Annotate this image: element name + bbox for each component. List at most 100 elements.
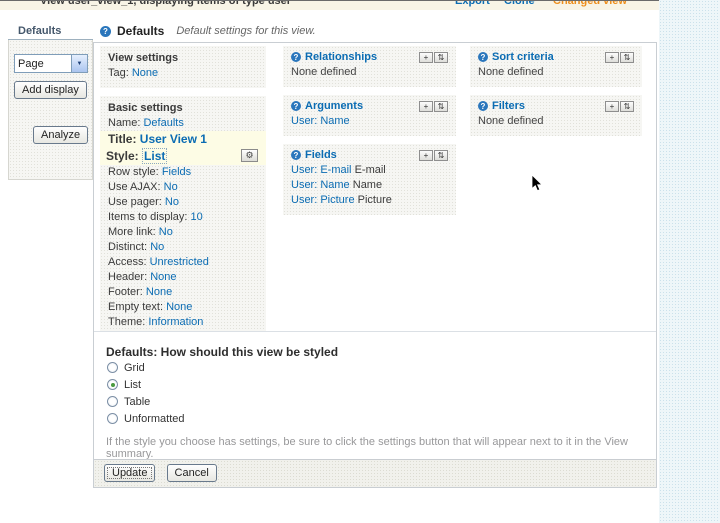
- help-icon[interactable]: ?: [478, 101, 488, 111]
- sidebar-body: Page ▼ Add display Analyze: [8, 40, 93, 180]
- help-icon[interactable]: ?: [100, 26, 111, 37]
- export-link[interactable]: Export: [455, 0, 490, 7]
- basic-settings-title: Basic settings: [108, 101, 258, 116]
- setting-row-access: Access: Unrestricted: [108, 255, 258, 270]
- analyze-button[interactable]: Analyze: [33, 126, 88, 144]
- style-option-list[interactable]: List: [107, 376, 656, 393]
- field-link[interactable]: User: Name: [291, 179, 350, 191]
- radio-unformatted[interactable]: [107, 413, 118, 424]
- style-option-table[interactable]: Table: [107, 393, 656, 410]
- column-sort-filters: ? Sort criteria + ⇅ None defined ? Filte…: [470, 46, 642, 144]
- tab-defaults[interactable]: Defaults: [8, 22, 93, 40]
- help-icon[interactable]: ?: [291, 150, 301, 160]
- rearrange-icon[interactable]: ⇅: [434, 52, 448, 63]
- arguments-title-link[interactable]: Arguments: [305, 100, 363, 112]
- argument-item: User: Name: [291, 114, 448, 129]
- relationships-empty: None defined: [291, 65, 448, 80]
- display-title: Defaults: [117, 24, 164, 38]
- radio-grid[interactable]: [107, 362, 118, 373]
- column-settings: View settings Tag: None Basic settings N…: [100, 46, 266, 345]
- setting-row-empty: Empty text: None: [108, 300, 258, 315]
- field-link[interactable]: User: Picture: [291, 194, 355, 206]
- sort-criteria-title-link[interactable]: Sort criteria: [492, 51, 554, 63]
- radio-table[interactable]: [107, 396, 118, 407]
- display-type-select[interactable]: Page ▼: [14, 54, 88, 73]
- rearrange-icon[interactable]: ⇅: [620, 101, 634, 112]
- style-settings-form: Defaults: How should this view be styled…: [94, 331, 656, 487]
- filters-empty: None defined: [478, 114, 634, 129]
- rearrange-icon[interactable]: ⇅: [434, 150, 448, 161]
- add-display-button[interactable]: Add display: [14, 81, 87, 99]
- filters-title-link[interactable]: Filters: [492, 100, 525, 112]
- add-icon[interactable]: +: [419, 101, 433, 112]
- setting-title-link[interactable]: User View 1: [140, 132, 207, 146]
- help-icon[interactable]: ?: [291, 101, 301, 111]
- setting-row-header: Header: None: [108, 270, 258, 285]
- setting-emptytext-link[interactable]: None: [166, 301, 192, 313]
- field-link[interactable]: User: E-mail: [291, 164, 352, 176]
- style-option-unformatted[interactable]: Unformatted: [107, 410, 656, 427]
- sort-criteria-empty: None defined: [478, 65, 634, 80]
- setting-row-theme: Theme: Information: [108, 315, 258, 330]
- sort-criteria-box: ? Sort criteria + ⇅ None defined: [470, 46, 642, 87]
- setting-row-title: Title: User View 1: [100, 131, 266, 148]
- add-icon[interactable]: +: [419, 52, 433, 63]
- style-option-grid[interactable]: Grid: [107, 359, 656, 376]
- view-summary-panel: View settings Tag: None Basic settings N…: [93, 42, 657, 488]
- field-item: User: Picture Picture: [291, 193, 448, 208]
- setting-row-rowstyle: Row style: Fields: [108, 165, 258, 180]
- setting-header-link[interactable]: None: [150, 271, 176, 283]
- setting-ajax-link[interactable]: No: [164, 181, 178, 193]
- field-item: User: Name Name: [291, 178, 448, 193]
- setting-row-ajax: Use AJAX: No: [108, 180, 258, 195]
- setting-items-link[interactable]: 10: [191, 211, 203, 223]
- fields-title-link[interactable]: Fields: [305, 149, 337, 161]
- update-button[interactable]: Update: [104, 464, 155, 482]
- displays-sidebar: Defaults Page ▼ Add display Analyze: [8, 22, 93, 180]
- setting-footer-link[interactable]: None: [146, 286, 172, 298]
- changed-view-link[interactable]: Changed view: [553, 0, 627, 7]
- style-form-heading: Defaults: How should this view be styled: [106, 345, 644, 359]
- add-icon[interactable]: +: [605, 52, 619, 63]
- setting-pager-link[interactable]: No: [165, 196, 179, 208]
- field-item: User: E-mail E-mail: [291, 163, 448, 178]
- setting-row-footer: Footer: None: [108, 285, 258, 300]
- setting-distinct-link[interactable]: No: [150, 241, 164, 253]
- style-form-note: If the style you choose has settings, be…: [106, 436, 644, 460]
- add-icon[interactable]: +: [419, 150, 433, 161]
- rearrange-icon[interactable]: ⇅: [620, 52, 634, 63]
- argument-link[interactable]: User: Name: [291, 115, 350, 127]
- page-background-strip: [659, 0, 720, 523]
- add-icon[interactable]: +: [605, 101, 619, 112]
- relationships-title-link[interactable]: Relationships: [305, 51, 377, 63]
- tag-label: Tag:: [108, 67, 129, 79]
- display-type-value: Page: [15, 58, 71, 70]
- help-icon[interactable]: ?: [291, 52, 301, 62]
- cancel-button[interactable]: Cancel: [167, 464, 217, 482]
- display-subtitle: Default settings for this view.: [176, 25, 315, 37]
- clone-link[interactable]: Clone: [504, 0, 535, 7]
- setting-row-style: ⚙ Style: List: [100, 148, 266, 165]
- radio-list[interactable]: [107, 379, 118, 390]
- display-header: ? Defaults Default settings for this vie…: [100, 24, 316, 38]
- column-relationships: ? Relationships + ⇅ None defined ? Argum…: [283, 46, 456, 223]
- help-icon[interactable]: ?: [478, 52, 488, 62]
- basic-settings-box: Basic settings Name: Defaults Title: Use…: [100, 96, 266, 337]
- tag-value-link[interactable]: None: [132, 67, 158, 79]
- setting-theme-link[interactable]: Information: [148, 316, 203, 328]
- form-actions-bar: Update Cancel: [94, 459, 656, 487]
- style-settings-gear-icon[interactable]: ⚙: [241, 149, 258, 162]
- setting-name-link[interactable]: Defaults: [143, 117, 183, 129]
- view-settings-title: View settings: [108, 51, 258, 66]
- rearrange-icon[interactable]: ⇅: [434, 101, 448, 112]
- setting-rowstyle-link[interactable]: Fields: [162, 166, 191, 178]
- setting-morelink-link[interactable]: No: [159, 226, 173, 238]
- setting-access-link[interactable]: Unrestricted: [150, 256, 209, 268]
- setting-style-link[interactable]: List: [142, 148, 167, 164]
- view-title-bar: View user_view_1, displaying items of ty…: [0, 0, 659, 10]
- relationships-box: ? Relationships + ⇅ None defined: [283, 46, 456, 87]
- setting-row-distinct: Distinct: No: [108, 240, 258, 255]
- setting-row-pager: Use pager: No: [108, 195, 258, 210]
- filters-box: ? Filters + ⇅ None defined: [470, 95, 642, 136]
- view-title: View user_view_1, displaying items of ty…: [40, 0, 291, 7]
